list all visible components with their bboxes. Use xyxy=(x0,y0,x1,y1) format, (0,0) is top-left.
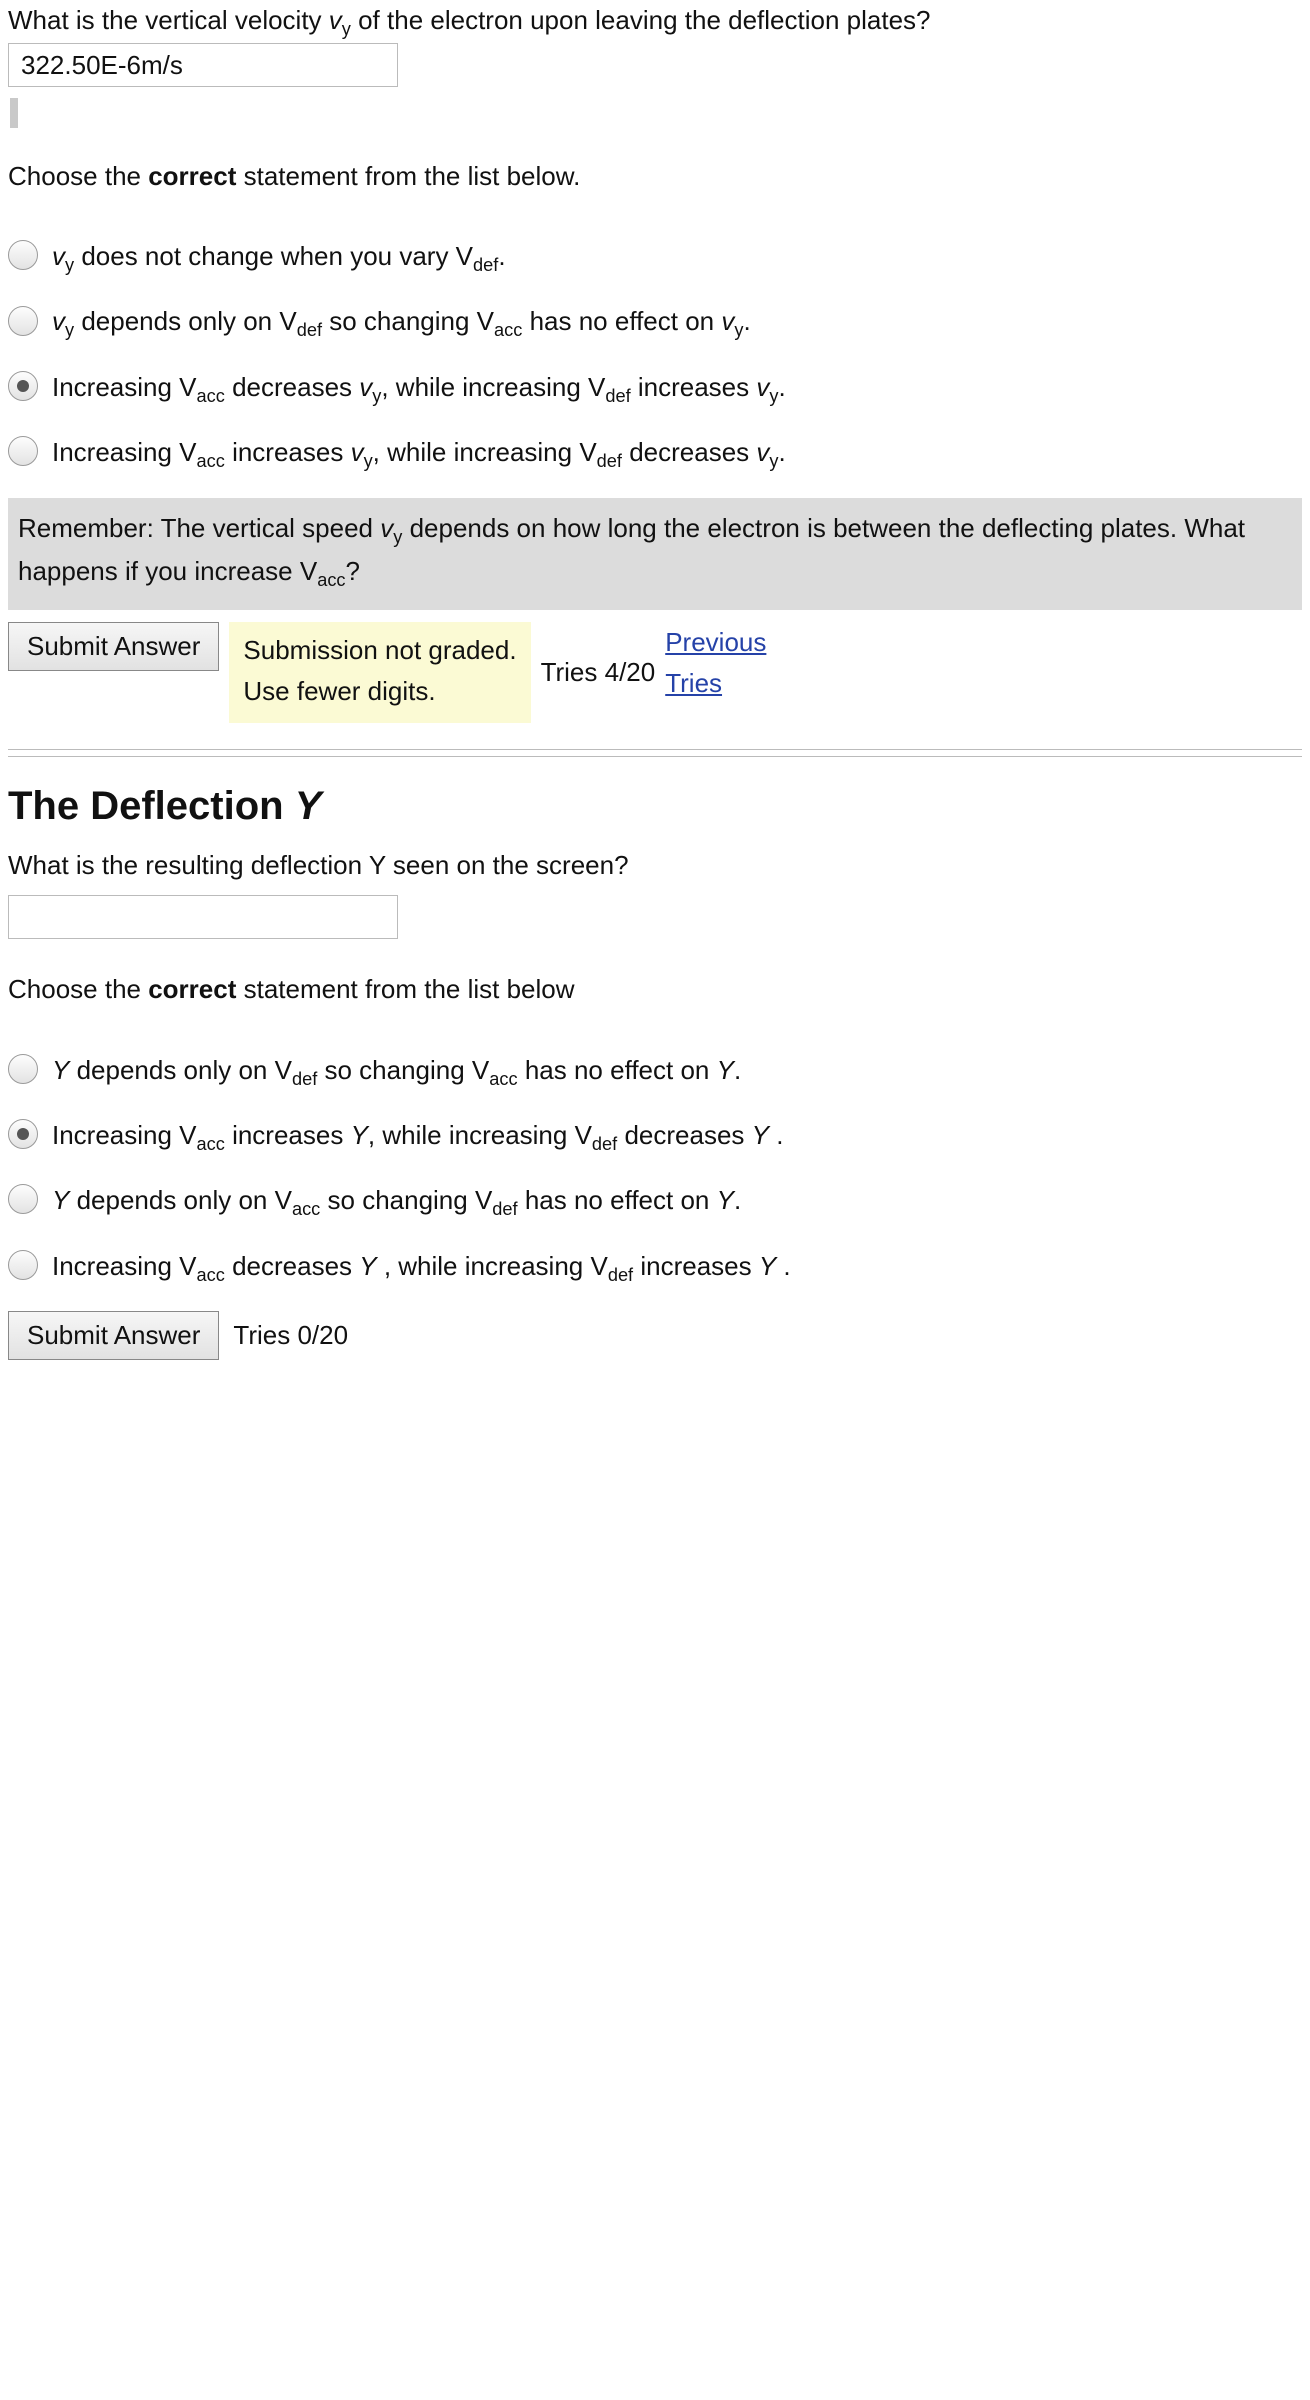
q2-radio-3[interactable] xyxy=(8,1250,38,1280)
q2-radio-2[interactable] xyxy=(8,1184,38,1214)
q1-hint: Remember: The vertical speed vy depends … xyxy=(8,498,1302,611)
q1-choose-prompt: Choose the correct statement from the li… xyxy=(8,156,1302,196)
q1-radio-0[interactable] xyxy=(8,240,38,270)
q1-radio-3[interactable] xyxy=(8,436,38,466)
option-label: Increasing Vacc increases vy, while incr… xyxy=(52,437,786,467)
q2-radio-0[interactable] xyxy=(8,1054,38,1084)
q1-radio-1[interactable] xyxy=(8,306,38,336)
feedback-line: Submission not graded. xyxy=(243,630,516,670)
q1-options: vy does not change when you vary Vdef. vy… xyxy=(8,236,1302,476)
radio-option: vy does not change when you vary Vdef. xyxy=(8,236,1302,279)
y-answer-input[interactable] xyxy=(8,895,398,939)
previous-tries-link[interactable]: Tries xyxy=(665,668,722,698)
option-label: Increasing Vacc decreases Y , while incr… xyxy=(52,1251,791,1281)
q1-question: What is the vertical velocity vy of the … xyxy=(8,0,1302,87)
q2-action-row: Submit Answer Tries 0/20 xyxy=(8,1311,1302,1360)
q2-submit-button[interactable]: Submit Answer xyxy=(8,1311,219,1360)
q2-choose-prompt: Choose the correct statement from the li… xyxy=(8,969,1302,1009)
radio-option: Increasing Vacc decreases Y , while incr… xyxy=(8,1246,1302,1289)
q1-radio-2[interactable] xyxy=(8,371,38,401)
q2-question: What is the resulting deflection Y seen … xyxy=(8,845,1302,885)
radio-option: Increasing Vacc increases vy, while incr… xyxy=(8,432,1302,475)
q1-submit-button[interactable]: Submit Answer xyxy=(8,622,219,671)
text-cursor-icon xyxy=(10,98,18,128)
option-label: vy does not change when you vary Vdef. xyxy=(52,241,506,271)
q1-previous-tries: Previous Tries xyxy=(665,622,766,703)
q1-tries: Tries 4/20 xyxy=(541,652,656,692)
q2-heading: The Deflection Y xyxy=(8,775,1302,837)
vy-answer-input[interactable] xyxy=(8,43,398,87)
q2-tries: Tries 0/20 xyxy=(233,1315,348,1355)
option-label: Y depends only on Vdef so changing Vacc … xyxy=(52,1055,741,1085)
feedback-line: Use fewer digits. xyxy=(243,671,516,711)
q2-radio-1[interactable] xyxy=(8,1119,38,1149)
radio-option: Increasing Vacc decreases vy, while incr… xyxy=(8,367,1302,410)
section-divider xyxy=(8,749,1302,757)
q1-action-row: Submit Answer Submission not graded. Use… xyxy=(8,622,1302,723)
q1-feedback: Submission not graded. Use fewer digits. xyxy=(229,622,530,723)
radio-option: vy depends only on Vdef so changing Vacc… xyxy=(8,301,1302,344)
option-label: vy depends only on Vdef so changing Vacc… xyxy=(52,306,751,336)
q2-options: Y depends only on Vdef so changing Vacc … xyxy=(8,1050,1302,1290)
option-label: Increasing Vacc increases Y, while incre… xyxy=(52,1120,783,1150)
previous-tries-link[interactable]: Previous xyxy=(665,627,766,657)
radio-option: Y depends only on Vacc so changing Vdef … xyxy=(8,1180,1302,1223)
radio-option: Increasing Vacc increases Y, while incre… xyxy=(8,1115,1302,1158)
option-label: Y depends only on Vacc so changing Vdef … xyxy=(52,1185,741,1215)
option-label: Increasing Vacc decreases vy, while incr… xyxy=(52,372,786,402)
radio-option: Y depends only on Vdef so changing Vacc … xyxy=(8,1050,1302,1093)
